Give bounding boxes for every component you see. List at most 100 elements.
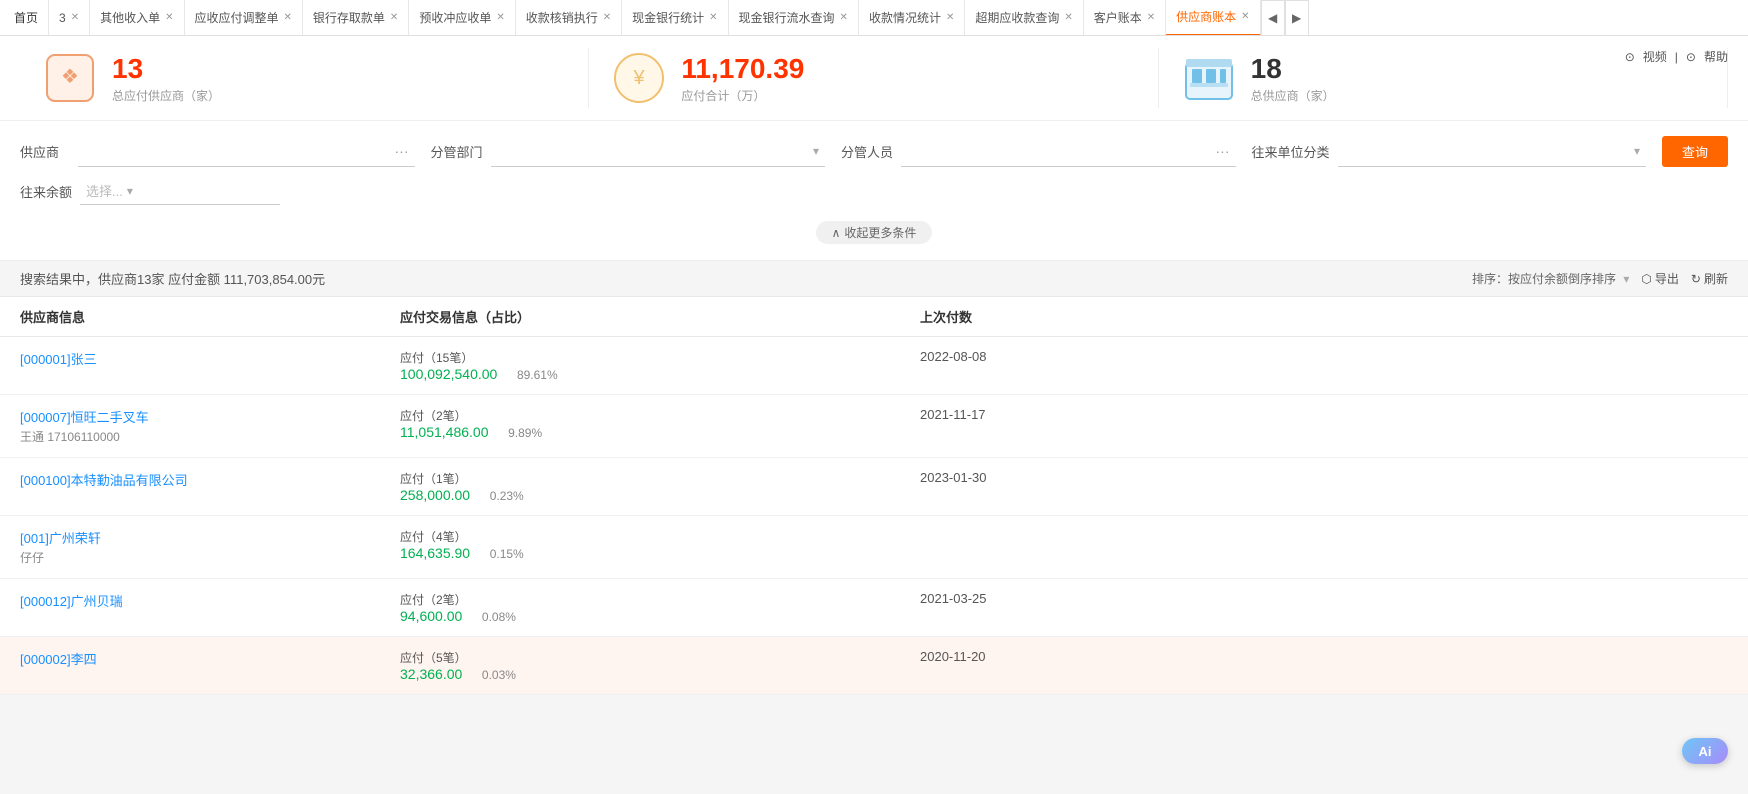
nav-tab-3-close[interactable]: ✕ [71, 12, 79, 23]
nav-tab-receipt-stat-label: 收款情况统计 [869, 9, 941, 26]
col-header-supplier: 供应商信息 [20, 307, 400, 326]
balance-dropdown-icon[interactable]: ▾ [127, 184, 133, 198]
collapse-bar: ∧ 收起更多条件 [20, 215, 1728, 250]
nav-tab-other-income[interactable]: 其他收入单 ✕ [90, 0, 184, 36]
col-header-transaction: 应付交易信息（占比） [400, 307, 920, 326]
supplier-dots-btn[interactable]: ··· [395, 143, 409, 159]
nav-tab-home-label: 首页 [14, 9, 38, 26]
nav-tab-overdue-close[interactable]: ✕ [1064, 12, 1072, 23]
trans-amount-4[interactable]: 164,635.90 [400, 545, 470, 561]
top-right-links: ⊙ 视频 | ⊙ 帮助 [1625, 48, 1728, 65]
balance-label: 往来余额 [20, 182, 72, 201]
lastpay-info-6: 2020-11-20 [920, 649, 1728, 664]
nav-tab-other-income-close[interactable]: ✕ [165, 12, 173, 23]
supplier-link-4[interactable]: [001]广州荣轩 [20, 531, 101, 546]
stat-block-2: ¥ 11,170.39 应付合计（万） [589, 48, 1158, 108]
table-row: [001]广州荣轩 仔仔 应付（4笔） 164,635.90 0.15% [0, 516, 1748, 579]
trans-label-3: 应付（1笔） [400, 470, 920, 487]
trans-label-1: 应付（15笔） [400, 349, 920, 366]
nav-tab-prepay-close[interactable]: ✕ [496, 12, 504, 23]
trans-amount-5[interactable]: 94,600.00 [400, 608, 462, 624]
refresh-btn[interactable]: ↻ 刷新 [1691, 270, 1728, 287]
nav-tab-cash-bank-flow[interactable]: 现金银行流水查询 ✕ [729, 0, 859, 36]
category-field: 往来单位分类 ▾ [1252, 135, 1647, 167]
nav-tab-receipt-close[interactable]: ✕ [603, 12, 611, 23]
collapse-button[interactable]: ∧ 收起更多条件 [816, 221, 933, 244]
nav-tab-ar-ap-adjust[interactable]: 应收应付调整单 ✕ [185, 0, 303, 36]
nav-tab-receipt-stat-close[interactable]: ✕ [946, 12, 954, 23]
svg-text:¥: ¥ [633, 67, 646, 89]
trans-percent-4: 0.15% [490, 547, 524, 561]
separator: | [1675, 50, 1678, 64]
dept-dropdown-icon[interactable]: ▾ [813, 144, 819, 158]
stat-number-3: 18 [1251, 53, 1335, 85]
nav-tab-home[interactable]: 首页 [4, 0, 49, 36]
trans-label-6: 应付（5笔） [400, 649, 920, 666]
supplier-input-wrapper[interactable]: ··· [78, 135, 415, 167]
nav-tab-receipt-stat[interactable]: 收款情况统计 ✕ [859, 0, 965, 36]
nav-tab-bank-close[interactable]: ✕ [390, 12, 398, 23]
nav-tab-ar-ap-close[interactable]: ✕ [284, 12, 292, 23]
nav-tab-customer-close[interactable]: ✕ [1147, 12, 1155, 23]
video-icon: ⊙ [1625, 50, 1635, 64]
dept-input-wrapper[interactable]: ▾ [491, 135, 825, 167]
ai-button[interactable]: Ai [1682, 738, 1728, 764]
nav-left-arrow[interactable]: ◀ [1261, 0, 1285, 36]
export-btn[interactable]: ⬡ 导出 [1641, 270, 1679, 287]
trans-amount-1[interactable]: 100,092,540.00 [400, 366, 497, 382]
nav-tab-supplier-ledger[interactable]: 供应商账本 ✕ [1166, 0, 1260, 36]
nav-tab-customer-ledger[interactable]: 客户账本 ✕ [1084, 0, 1166, 36]
category-input[interactable] [1344, 139, 1630, 162]
nav-tab-cash-stat-close[interactable]: ✕ [709, 12, 717, 23]
category-dropdown-icon[interactable]: ▾ [1634, 144, 1640, 158]
nav-tab-3[interactable]: 3 ✕ [49, 0, 90, 36]
nav-tab-receipt-verify[interactable]: 收款核销执行 ✕ [516, 0, 622, 36]
transaction-info-1: 应付（15笔） 100,092,540.00 89.61% [400, 349, 920, 382]
video-link[interactable]: 视频 [1643, 48, 1667, 65]
trans-percent-2: 9.89% [508, 426, 542, 440]
person-dots-btn[interactable]: ··· [1216, 143, 1230, 159]
nav-tab-supplier-close[interactable]: ✕ [1241, 11, 1249, 22]
refresh-icon: ↻ [1691, 272, 1701, 286]
trans-amount-6[interactable]: 32,366.00 [400, 666, 462, 682]
nav-tab-overdue-ar[interactable]: 超期应收款查询 ✕ [965, 0, 1083, 36]
top-navigation: 首页 3 ✕ 其他收入单 ✕ 应收应付调整单 ✕ 银行存取款单 ✕ 预收冲应收单… [0, 0, 1748, 36]
trans-percent-5: 0.08% [482, 610, 516, 624]
trans-amount-3[interactable]: 258,000.00 [400, 487, 470, 503]
person-label: 分管人员 [841, 142, 893, 161]
supplier-link-1[interactable]: [000001]张三 [20, 352, 97, 367]
nav-tab-3-label: 3 [59, 11, 66, 25]
help-link[interactable]: 帮助 [1704, 48, 1728, 65]
search-button[interactable]: 查询 [1662, 136, 1728, 167]
nav-tab-other-income-label: 其他收入单 [100, 9, 160, 26]
stat-info-3: 18 总供应商（家） [1251, 53, 1335, 104]
trans-label-4: 应付（4笔） [400, 528, 920, 545]
person-input-wrapper[interactable]: ··· [901, 135, 1235, 167]
stat-label-3: 总供应商（家） [1251, 87, 1335, 104]
nav-tab-cash-flow-close[interactable]: ✕ [840, 12, 848, 23]
transaction-info-6: 应付（5笔） 32,366.00 0.03% [400, 649, 920, 682]
supplier-input[interactable] [84, 139, 395, 162]
nav-tab-prepay-ar[interactable]: 预收冲应收单 ✕ [409, 0, 515, 36]
nav-right-arrow[interactable]: ▶ [1285, 0, 1309, 36]
dept-input[interactable] [497, 139, 809, 162]
supplier-link-2[interactable]: [000007]恒旺二手叉车 [20, 410, 149, 425]
supplier-link-5[interactable]: [000012]广州贝瑞 [20, 594, 123, 609]
collapse-btn-label: 收起更多条件 [844, 224, 916, 241]
nav-tab-cash-flow-label: 现金银行流水查询 [739, 9, 835, 26]
sort-dropdown-icon[interactable]: ▾ [1623, 272, 1629, 286]
nav-tab-cash-bank-stat[interactable]: 现金银行统计 ✕ [622, 0, 728, 36]
stat-number-1: 13 [112, 53, 220, 85]
balance-input-wrapper[interactable]: 选择... ▾ [80, 177, 280, 205]
category-input-wrapper[interactable]: ▾ [1338, 135, 1646, 167]
person-input[interactable] [907, 139, 1215, 162]
supplier-field: 供应商 ··· [20, 135, 415, 167]
trans-amount-2[interactable]: 11,051,486.00 [400, 424, 489, 440]
stat-info-1: 13 总应付供应商（家） [112, 53, 220, 104]
result-actions: 排序：按应付余额倒序排序 ▾ ⬡ 导出 ↻ 刷新 [1472, 270, 1728, 287]
supplier-link-6[interactable]: [000002]李四 [20, 652, 97, 667]
supplier-link-3[interactable]: [000100]本特勤油品有限公司 [20, 473, 188, 488]
supplier-sub-2: 王通 17106110000 [20, 428, 400, 445]
nav-tab-bank-deposit[interactable]: 银行存取款单 ✕ [303, 0, 409, 36]
trans-label-5: 应付（2笔） [400, 591, 920, 608]
